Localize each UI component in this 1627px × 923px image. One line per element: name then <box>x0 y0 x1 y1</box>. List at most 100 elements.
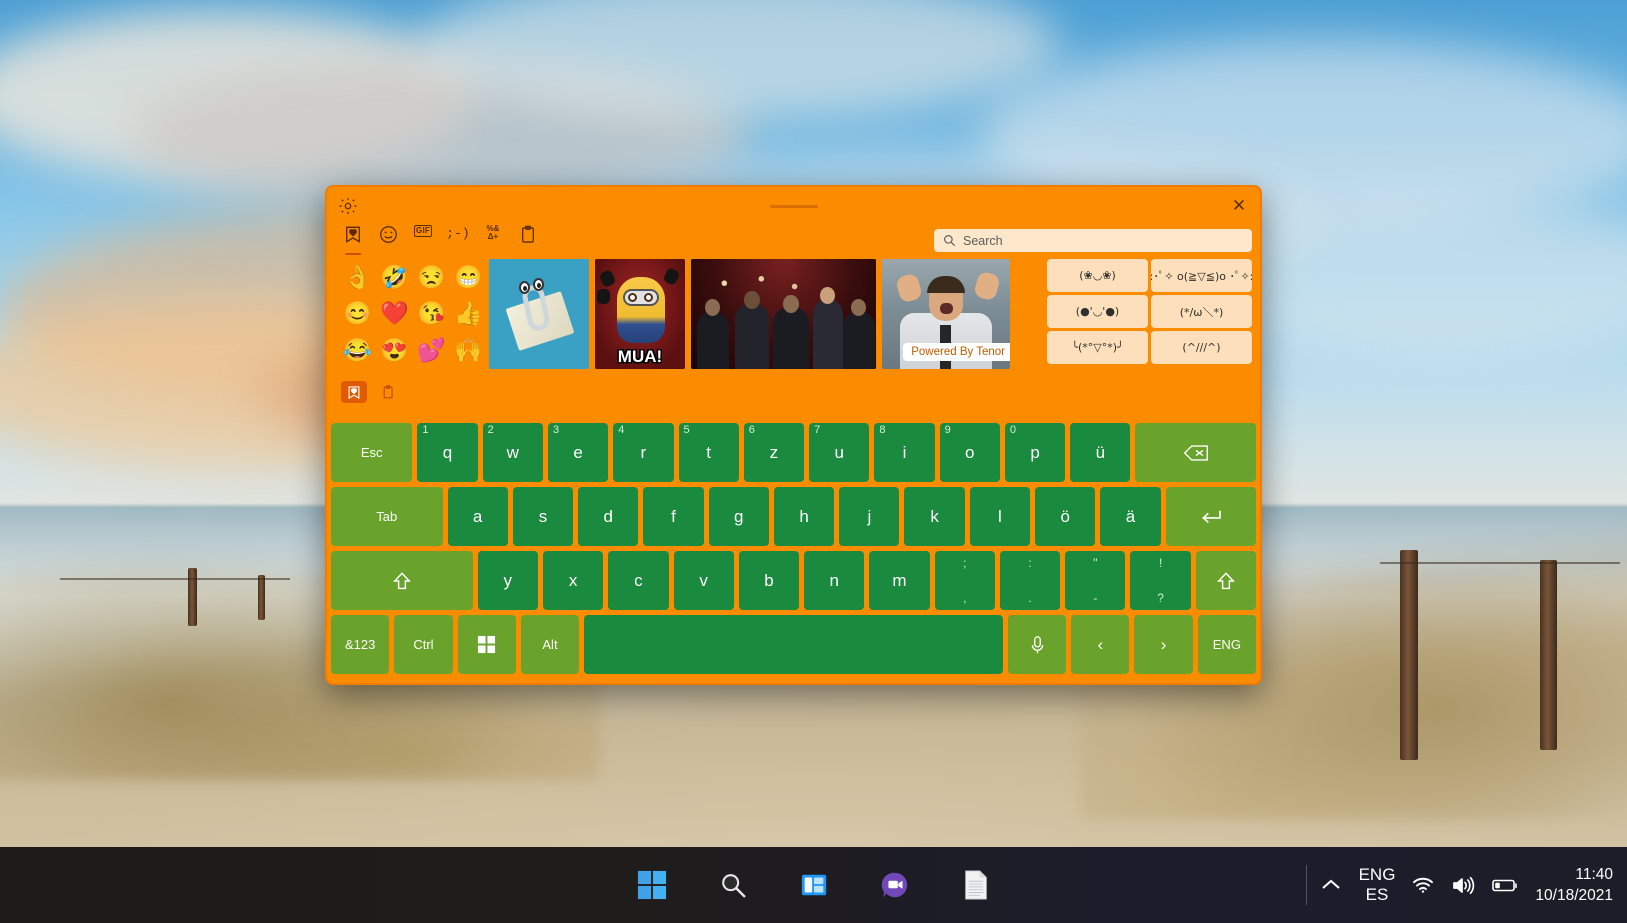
key-f[interactable]: f <box>643 487 704 546</box>
key-h[interactable]: h <box>773 487 835 546</box>
emoji-item[interactable]: 😂 <box>339 332 376 369</box>
key-m[interactable]: m <box>869 551 930 610</box>
emoji-item[interactable]: 😊 <box>339 296 376 333</box>
key-semicolon-comma[interactable]: ; , <box>934 551 995 610</box>
battery-button[interactable] <box>1492 878 1518 893</box>
key-u-umlaut[interactable]: ü <box>1070 423 1131 482</box>
emoji-item[interactable]: 😒 <box>413 259 450 296</box>
clock-date: 10/18/2021 <box>1535 887 1613 904</box>
kaomoji-item[interactable]: (*/ω＼*) <box>1151 295 1252 328</box>
key-b[interactable]: b <box>738 551 800 610</box>
key-o[interactable]: 9o <box>939 423 1000 482</box>
key-o-umlaut[interactable]: ö <box>1035 487 1096 546</box>
volume-button[interactable] <box>1451 876 1475 895</box>
key-p[interactable]: 0p <box>1004 423 1066 482</box>
network-button[interactable] <box>1412 876 1434 894</box>
key-alt[interactable]: Alt <box>520 615 580 674</box>
gif-tile-clippy[interactable] <box>489 259 589 369</box>
key-escape[interactable]: Esc <box>331 423 413 482</box>
search-input[interactable]: Search <box>934 229 1252 252</box>
key-q[interactable]: 1q <box>417 423 478 482</box>
kaomoji-item[interactable]: ╰(*°▽°*)╯ <box>1047 331 1148 364</box>
key-n[interactable]: n <box>804 551 865 610</box>
settings-gear-icon[interactable] <box>337 195 359 217</box>
key-x[interactable]: x <box>542 551 604 610</box>
key-enter[interactable] <box>1165 487 1257 546</box>
clock[interactable]: 11:40 10/18/2021 <box>1535 864 1613 906</box>
gif-tile-minion[interactable]: MUA! <box>595 259 685 369</box>
tab-recently-used[interactable] <box>341 225 365 255</box>
tab-gif[interactable]: GIF <box>411 225 435 251</box>
notepad-button[interactable] <box>954 863 998 907</box>
language-secondary: ES <box>1365 885 1389 904</box>
close-icon[interactable]: ✕ <box>1226 193 1252 217</box>
key-numbers-symbols[interactable]: &123 <box>331 615 390 674</box>
key-quote-hyphen[interactable]: " - <box>1065 551 1126 610</box>
tab-kaomoji[interactable]: ;-) <box>446 225 470 251</box>
category-recently-used[interactable] <box>341 381 367 403</box>
emoji-item[interactable]: 😍 <box>376 332 413 369</box>
start-button[interactable] <box>630 863 674 907</box>
key-arrow-right[interactable]: › <box>1134 615 1193 674</box>
tab-emoji[interactable] <box>376 225 400 251</box>
key-d[interactable]: d <box>578 487 639 546</box>
key-tab[interactable]: Tab <box>331 487 443 546</box>
key-r[interactable]: 4r <box>613 423 674 482</box>
emoji-item[interactable]: 💕 <box>413 332 450 369</box>
key-j[interactable]: j <box>839 487 900 546</box>
kaomoji-item[interactable]: (❀◡❀) <box>1047 259 1148 292</box>
key-exclamation-question[interactable]: ! ? <box>1130 551 1191 610</box>
key-v[interactable]: v <box>673 551 734 610</box>
key-e[interactable]: 3e <box>547 423 609 482</box>
key-i[interactable]: 8i <box>874 423 935 482</box>
key-k[interactable]: k <box>904 487 965 546</box>
key-ctrl[interactable]: Ctrl <box>394 615 453 674</box>
key-g[interactable]: g <box>708 487 769 546</box>
kaomoji-grid: (❀◡❀) *:･ﾟ✧ o(≧▽≦)o ･ﾟ✧:* (●'◡'●) (*/ω＼*… <box>1047 259 1252 369</box>
key-label-top: ; <box>963 556 967 570</box>
key-a[interactable]: a <box>447 487 508 546</box>
chat-button[interactable] <box>873 863 917 907</box>
input-language-indicator[interactable]: ENG ES <box>1359 865 1396 905</box>
key-dictation-microphone[interactable] <box>1007 615 1067 674</box>
key-shift-left[interactable] <box>331 551 473 610</box>
emoji-item[interactable]: ❤️ <box>376 296 413 333</box>
tab-symbols[interactable]: %& Δ+ <box>481 225 505 251</box>
key-z[interactable]: 6z <box>743 423 805 482</box>
tab-clipboard-history[interactable] <box>516 225 540 251</box>
key-windows[interactable] <box>457 615 516 674</box>
key-s[interactable]: s <box>512 487 574 546</box>
key-c[interactable]: c <box>608 551 669 610</box>
key-arrow-left[interactable]: ‹ <box>1071 615 1130 674</box>
gif-tile-applause[interactable] <box>691 259 876 369</box>
emoji-item[interactable]: 👍 <box>450 296 487 333</box>
key-t[interactable]: 5t <box>678 423 739 482</box>
chevron-up-icon <box>1321 879 1340 889</box>
kaomoji-item[interactable]: (^///^) <box>1151 331 1252 364</box>
tenor-attribution: Powered By Tenor <box>903 343 1010 361</box>
window-drag-handle[interactable] <box>769 205 818 208</box>
emoji-item[interactable]: 👌 <box>339 259 376 296</box>
search-button[interactable] <box>711 863 755 907</box>
key-shift-right[interactable] <box>1195 551 1257 610</box>
emoji-item[interactable]: 🤣 <box>376 259 413 296</box>
key-u[interactable]: 7u <box>809 423 870 482</box>
key-a-umlaut[interactable]: ä <box>1100 487 1161 546</box>
emoji-item[interactable]: 🙌 <box>450 332 487 369</box>
kaomoji-item[interactable]: *:･ﾟ✧ o(≧▽≦)o ･ﾟ✧:* <box>1151 259 1252 292</box>
key-space[interactable] <box>584 615 1003 674</box>
key-l[interactable]: l <box>969 487 1031 546</box>
emoji-item[interactable]: 😘 <box>413 296 450 333</box>
emoji-item[interactable]: 😁 <box>450 259 487 296</box>
show-hidden-icons-button[interactable] <box>1320 877 1342 893</box>
task-view-button[interactable] <box>792 863 836 907</box>
key-y[interactable]: y <box>477 551 538 610</box>
expressive-input-content: 👌 🤣 😒 😁 😊 ❤️ 😘 👍 😂 😍 💕 🙌 MUA! Powered By… <box>335 259 1252 369</box>
key-w[interactable]: 2w <box>482 423 543 482</box>
gif-tile-cheering-man[interactable]: Powered By Tenor <box>882 259 1010 369</box>
key-language-eng[interactable]: ENG <box>1197 615 1256 674</box>
key-backspace[interactable] <box>1135 423 1257 482</box>
key-colon-period[interactable]: : . <box>999 551 1061 610</box>
category-clipboard[interactable] <box>375 381 401 403</box>
kaomoji-item[interactable]: (●'◡'●) <box>1047 295 1148 328</box>
